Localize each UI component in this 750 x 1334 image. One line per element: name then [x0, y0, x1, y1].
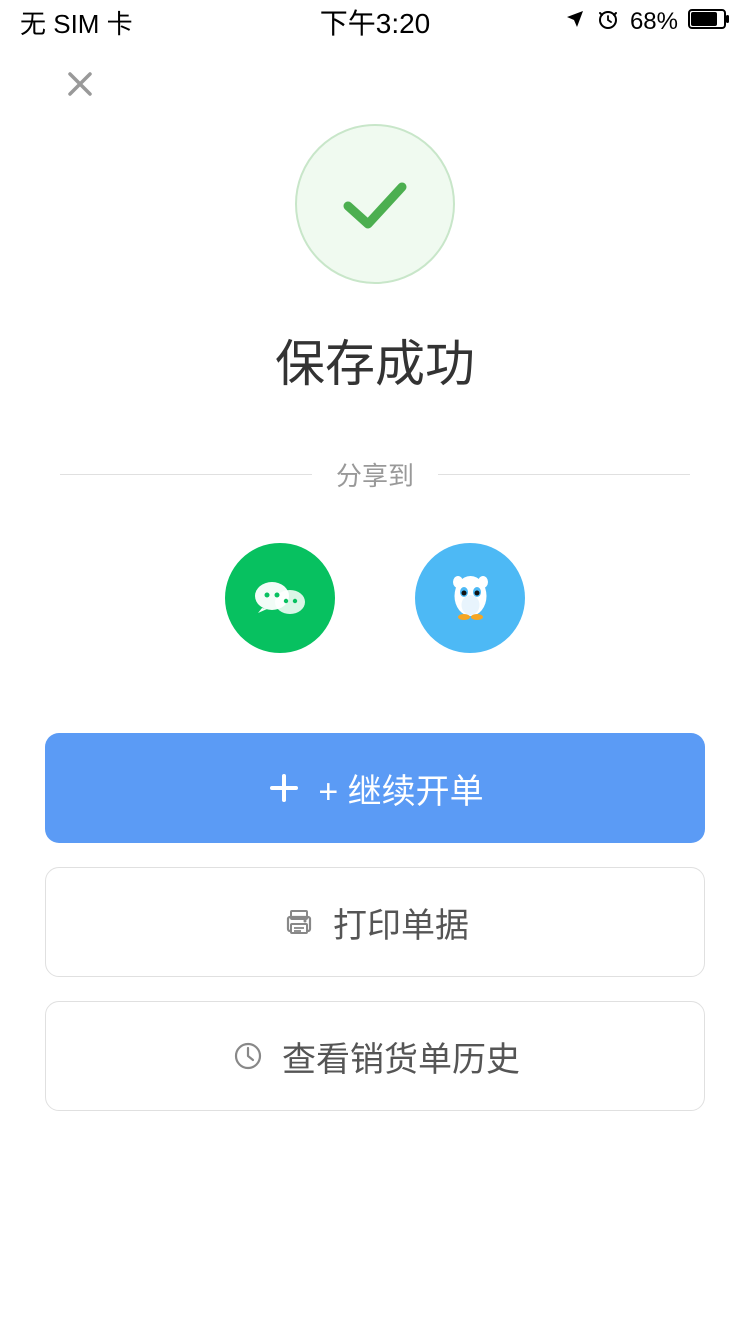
alarm-icon	[596, 7, 620, 38]
history-button[interactable]: 查看销货单历史	[45, 1001, 705, 1111]
clock-icon	[230, 1038, 266, 1074]
continue-label: + 继续开单	[318, 764, 483, 813]
plus-icon	[266, 770, 302, 806]
history-label: 查看销货单历史	[282, 1032, 520, 1081]
wechat-share-button[interactable]	[225, 543, 335, 653]
share-divider: 分享到	[0, 456, 750, 493]
print-label: 打印单据	[333, 898, 469, 947]
battery-icon	[688, 8, 730, 37]
status-bar: 无 SIM 卡 下午3:20 68%	[0, 0, 750, 44]
share-icons-container	[225, 543, 525, 653]
close-button[interactable]	[50, 54, 110, 114]
sim-text: 无 SIM 卡	[20, 4, 133, 41]
action-buttons: + 继续开单 打印单据	[0, 733, 750, 1111]
divider-line-right	[438, 474, 690, 475]
print-button[interactable]: 打印单据	[45, 867, 705, 977]
status-right: 68%	[564, 7, 730, 38]
success-icon-circle	[295, 124, 455, 284]
continue-button[interactable]: + 继续开单	[45, 733, 705, 843]
location-icon	[564, 8, 586, 37]
print-icon	[281, 904, 317, 940]
status-time: 下午3:20	[320, 2, 431, 42]
status-left: 无 SIM 卡	[20, 4, 141, 41]
success-title: 保存成功	[275, 324, 475, 396]
divider-line-left	[60, 474, 312, 475]
battery-text: 68%	[630, 8, 678, 36]
qq-share-button[interactable]	[415, 543, 525, 653]
main-content: 保存成功 分享到	[0, 44, 750, 1111]
share-divider-text: 分享到	[312, 456, 438, 493]
